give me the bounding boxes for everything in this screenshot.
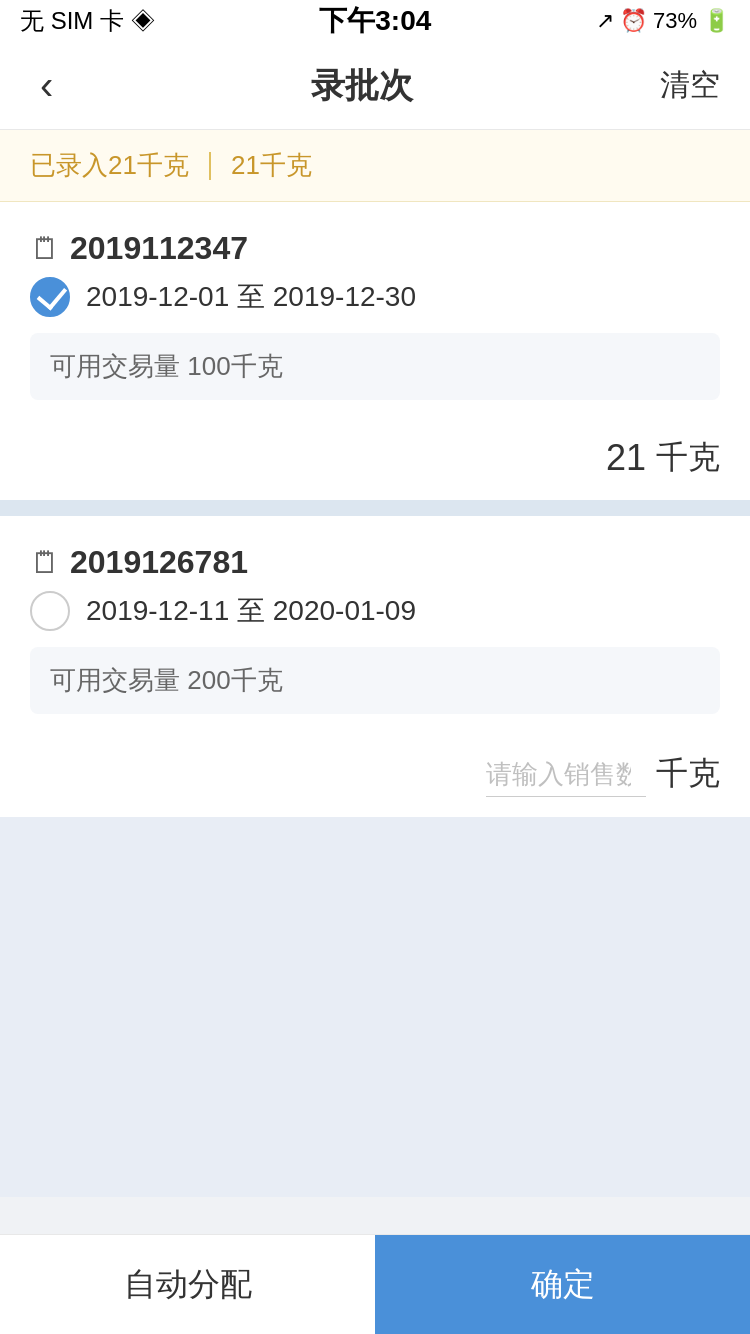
nav-icon: ↗ — [596, 8, 614, 34]
batch-1-radio[interactable] — [30, 277, 70, 317]
batch-item-1: 🗒 2019112347 2019-12-01 至 2019-12-30 可用交… — [0, 202, 750, 400]
status-time: 下午3:04 — [319, 2, 431, 40]
bottom-bar: 自动分配 确定 — [0, 1234, 750, 1334]
batch-2-icon: 🗒 — [30, 546, 60, 580]
batch-1-available: 可用交易量 100千克 — [30, 333, 720, 400]
auto-distribute-button[interactable]: 自动分配 — [0, 1235, 375, 1334]
batch-1-icon: 🗒 — [30, 232, 60, 266]
status-left: 无 SIM 卡 ◈ — [20, 5, 155, 37]
battery-icon: 🔋 — [703, 8, 730, 34]
batch-2-date-row: 2019-12-11 至 2020-01-09 — [30, 591, 720, 631]
nav-bar: ‹ 录批次 清空 — [0, 42, 750, 130]
batch-card-1: 🗒 2019112347 2019-12-01 至 2019-12-30 可用交… — [0, 202, 750, 500]
confirm-button[interactable]: 确定 — [375, 1235, 750, 1334]
batch-2-available: 可用交易量 200千克 — [30, 647, 720, 714]
batch-2-date: 2019-12-11 至 2020-01-09 — [86, 592, 416, 630]
batch-1-unit: 千克 — [656, 436, 720, 480]
battery-percent: 73% — [653, 8, 697, 34]
section-divider — [0, 500, 750, 516]
batch-2-input-row: 千克 — [0, 734, 750, 817]
info-banner: 已录入21千克 21千克 — [0, 130, 750, 202]
sim-label: 无 SIM 卡 ◈ — [20, 5, 155, 37]
batch-item-2: 🗒 2019126781 2019-12-11 至 2020-01-09 可用交… — [0, 516, 750, 714]
status-right: ↗ ⏰ 73% 🔋 — [596, 8, 730, 34]
status-bar: 无 SIM 卡 ◈ 下午3:04 ↗ ⏰ 73% 🔋 — [0, 0, 750, 42]
banner-divider — [209, 152, 211, 180]
batch-1-date: 2019-12-01 至 2019-12-30 — [86, 278, 416, 316]
batch-card-2: 🗒 2019126781 2019-12-11 至 2020-01-09 可用交… — [0, 516, 750, 817]
alarm-icon: ⏰ — [620, 8, 647, 34]
back-button[interactable]: ‹ — [30, 53, 63, 118]
batch-1-date-row: 2019-12-01 至 2019-12-30 — [30, 277, 720, 317]
batch-1-id: 2019112347 — [70, 230, 248, 267]
batch-1-input-row: 21 千克 — [0, 420, 750, 500]
batch-2-unit: 千克 — [656, 752, 720, 796]
batch-2-header: 🗒 2019126781 — [30, 544, 720, 581]
recorded-label: 已录入21千克 — [30, 148, 189, 183]
batch-1-header: 🗒 2019112347 — [30, 230, 720, 267]
page-title: 录批次 — [311, 63, 413, 109]
bottom-content-area — [0, 817, 750, 1197]
clear-button[interactable]: 清空 — [660, 65, 720, 106]
recorded-value: 21千克 — [231, 148, 312, 183]
batch-1-quantity: 21 — [606, 437, 646, 479]
batch-2-id: 2019126781 — [70, 544, 248, 581]
batch-2-radio[interactable] — [30, 591, 70, 631]
batch-2-quantity-input[interactable] — [486, 750, 646, 797]
